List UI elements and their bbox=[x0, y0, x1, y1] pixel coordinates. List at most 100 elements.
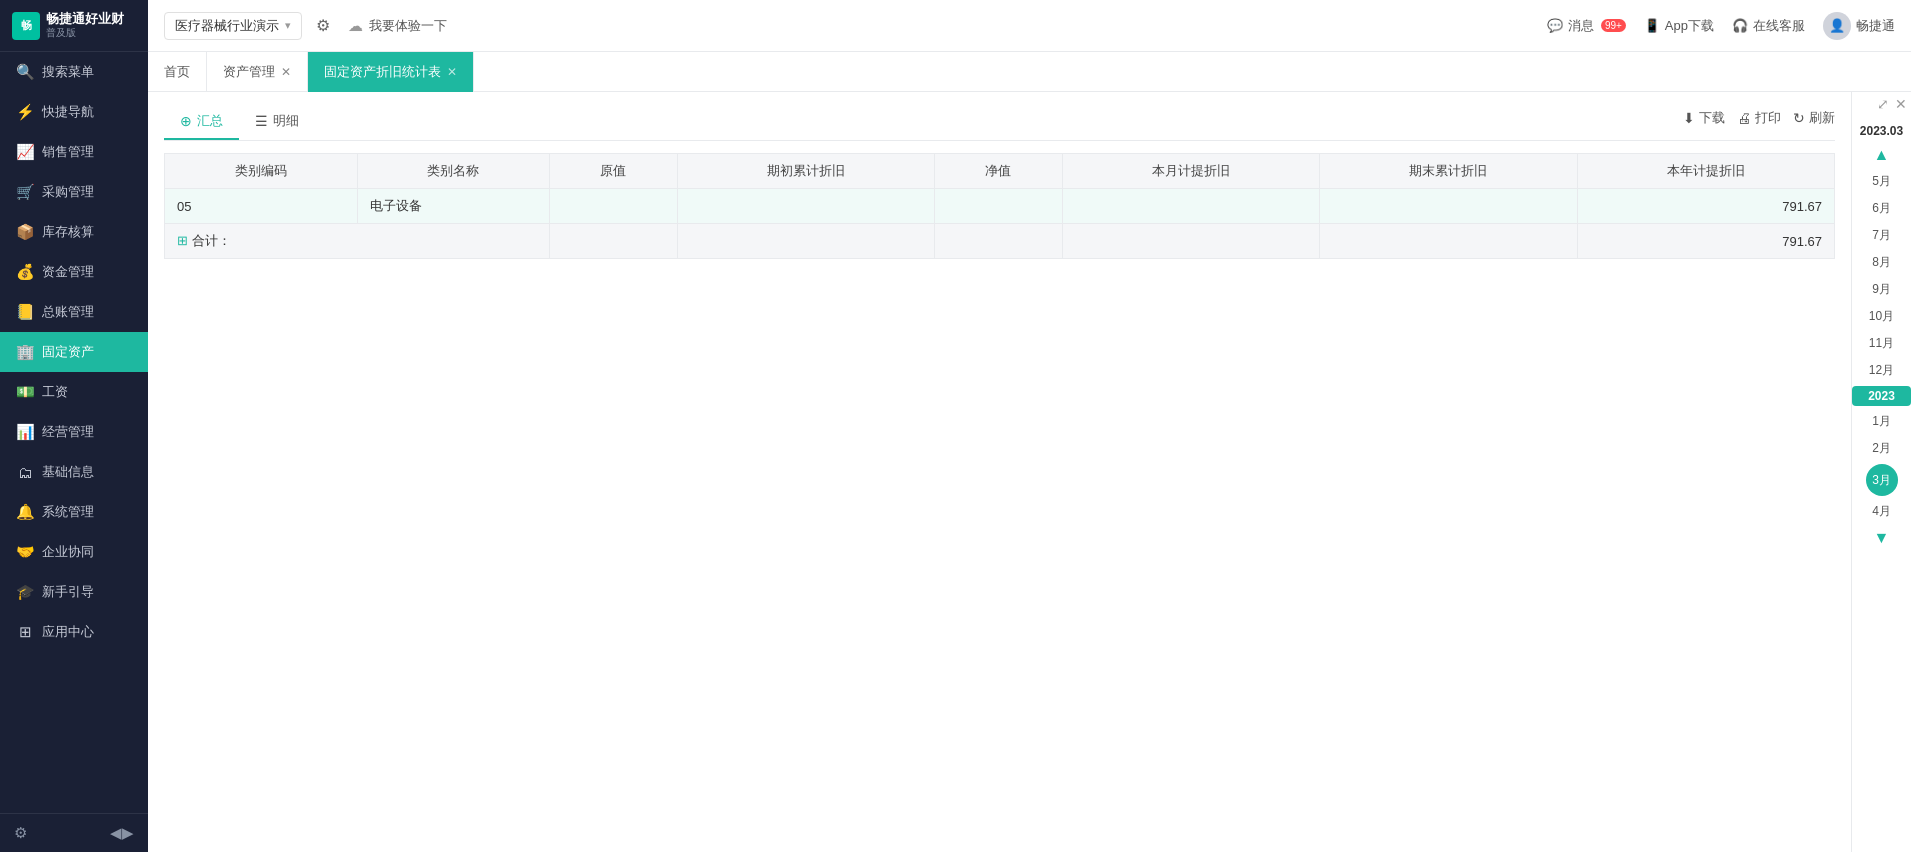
sidebar-header: 畅 畅捷通好业财 普及版 bbox=[0, 0, 148, 52]
avatar: 👤 bbox=[1823, 12, 1851, 40]
sidebar-label-basic-info: 基础信息 bbox=[42, 463, 94, 481]
col-period-dep: 期末累计折旧 bbox=[1320, 154, 1578, 189]
sidebar-item-inventory[interactable]: 📦 库存核算 bbox=[0, 212, 148, 252]
app-name-block: 畅捷通好业财 普及版 bbox=[46, 11, 124, 41]
month-item[interactable]: 6月 bbox=[1852, 195, 1911, 222]
app-logo: 畅 bbox=[12, 12, 40, 40]
month-item[interactable]: 10月 bbox=[1852, 303, 1911, 330]
notification-label: 消息 bbox=[1568, 17, 1594, 35]
gear-icon[interactable]: ⚙ bbox=[316, 16, 330, 35]
close-panel-icon[interactable]: ✕ bbox=[1895, 96, 1907, 112]
sidebar-footer: ⚙ ◀▶ bbox=[0, 813, 148, 852]
sidebar-item-ledger[interactable]: 📒 总账管理 bbox=[0, 292, 148, 332]
tab-home[interactable]: 首页 bbox=[148, 52, 207, 92]
sidebar-item-basic-info[interactable]: 🗂 基础信息 bbox=[0, 452, 148, 492]
sidebar-item-guide[interactable]: 🎓 新手引导 bbox=[0, 572, 148, 612]
sidebar-label-app-center: 应用中心 bbox=[42, 623, 94, 641]
tab-label-home: 首页 bbox=[164, 63, 190, 81]
refresh-action-btn[interactable]: ↻ 刷新 bbox=[1793, 109, 1835, 127]
sidebar-label-inventory: 库存核算 bbox=[42, 223, 94, 241]
month-item[interactable]: 11月 bbox=[1852, 330, 1911, 357]
month-item[interactable]: 9月 bbox=[1852, 276, 1911, 303]
sub-tab-actions: ⬇ 下载 🖨 打印 ↻ 刷新 bbox=[1683, 109, 1835, 135]
sidebar-label-guide: 新手引导 bbox=[42, 583, 94, 601]
cell-net bbox=[935, 189, 1063, 224]
month-item[interactable]: 5月 bbox=[1852, 168, 1911, 195]
tab-close-asset-mgmt[interactable]: ✕ bbox=[281, 65, 291, 79]
sidebar-item-quick-nav[interactable]: ⚡ 快捷导航 bbox=[0, 92, 148, 132]
sidebar-label-ledger: 总账管理 bbox=[42, 303, 94, 321]
sidebar-label-payroll: 工资 bbox=[42, 383, 68, 401]
download-btn[interactable]: 📱 App下载 bbox=[1644, 17, 1714, 35]
service-btn[interactable]: 🎧 在线客服 bbox=[1732, 17, 1805, 35]
main-area: 医疗器械行业演示 ▾ ⚙ ☁ 我要体验一下 💬 消息 99+ 📱 App下载 🎧… bbox=[148, 0, 1911, 852]
cell-period-dep bbox=[1320, 189, 1578, 224]
month-item[interactable]: 7月 bbox=[1852, 222, 1911, 249]
year-badge[interactable]: 2023 bbox=[1852, 386, 1911, 406]
active-month[interactable]: 3月 bbox=[1866, 464, 1898, 496]
user-name: 畅捷通 bbox=[1856, 17, 1895, 35]
company-selector[interactable]: 医疗器械行业演示 ▾ bbox=[164, 12, 302, 40]
purchase-icon: 🛒 bbox=[16, 183, 34, 201]
tab-close-depreciation-report[interactable]: ✕ bbox=[447, 65, 457, 79]
experience-btn[interactable]: ☁ 我要体验一下 bbox=[348, 17, 447, 35]
month-item[interactable]: 1月 bbox=[1852, 408, 1911, 435]
search-icon: 🔍 bbox=[16, 63, 34, 81]
sales-icon: 📈 bbox=[16, 143, 34, 161]
print-action-btn[interactable]: 🖨 打印 bbox=[1737, 109, 1781, 127]
col-name: 类别名称 bbox=[357, 154, 550, 189]
sidebar-item-fixed-assets[interactable]: 🏢 固定资产 bbox=[0, 332, 148, 372]
guide-icon: 🎓 bbox=[16, 583, 34, 601]
month-item[interactable]: 2月 bbox=[1852, 435, 1911, 462]
sidebar-item-search[interactable]: 🔍 搜索菜单 bbox=[0, 52, 148, 92]
total-net bbox=[935, 224, 1063, 259]
sidebar-label-business: 经营管理 bbox=[42, 423, 94, 441]
detail-icon: ☰ bbox=[255, 113, 268, 129]
sidebar-item-sys-mgmt[interactable]: 🔔 系统管理 bbox=[0, 492, 148, 532]
total-initial-dep bbox=[677, 224, 935, 259]
settings-icon[interactable]: ⚙ bbox=[14, 824, 27, 842]
col-initial-dep: 期初累计折旧 bbox=[677, 154, 935, 189]
refresh-action-label: 刷新 bbox=[1809, 109, 1835, 127]
payroll-icon: 💵 bbox=[16, 383, 34, 401]
expand-icon[interactable]: ⤢ bbox=[1877, 96, 1889, 112]
sidebar-item-business[interactable]: 📊 经营管理 bbox=[0, 412, 148, 452]
service-icon: 🎧 bbox=[1732, 18, 1748, 33]
tab-summary-label: 汇总 bbox=[197, 112, 223, 130]
sidebar-item-payroll[interactable]: 💵 工资 bbox=[0, 372, 148, 412]
tab-detail-label: 明细 bbox=[273, 112, 299, 130]
fixed-assets-icon: 🏢 bbox=[16, 343, 34, 361]
notification-btn[interactable]: 💬 消息 99+ bbox=[1547, 17, 1626, 35]
ledger-icon: 📒 bbox=[16, 303, 34, 321]
cell-name: 电子设备 bbox=[357, 189, 550, 224]
tab-summary[interactable]: ⊕ 汇总 bbox=[164, 104, 239, 140]
month-item[interactable]: 8月 bbox=[1852, 249, 1911, 276]
topbar-actions: 💬 消息 99+ 📱 App下载 🎧 在线客服 👤 畅捷通 bbox=[1547, 12, 1895, 40]
panel-next-nav[interactable]: ▼ bbox=[1852, 525, 1911, 551]
table-area: ⊕ 汇总 ☰ 明细 ⬇ 下载 🖨 打印 bbox=[148, 92, 1851, 852]
cell-initial-dep bbox=[677, 189, 935, 224]
sidebar-label-search: 搜索菜单 bbox=[42, 63, 94, 81]
panel-prev-nav[interactable]: ▲ bbox=[1852, 142, 1911, 168]
month-item[interactable]: 4月 bbox=[1852, 498, 1911, 525]
download-action-btn[interactable]: ⬇ 下载 bbox=[1683, 109, 1725, 127]
month-item[interactable]: 12月 bbox=[1852, 357, 1911, 384]
app-name: 畅捷通好业财 bbox=[46, 11, 124, 27]
user-area[interactable]: 👤 畅捷通 bbox=[1823, 12, 1895, 40]
sidebar-item-purchase[interactable]: 🛒 采购管理 bbox=[0, 172, 148, 212]
tab-label-asset-mgmt: 资产管理 bbox=[223, 63, 275, 81]
sys-mgmt-icon: 🔔 bbox=[16, 503, 34, 521]
sidebar-item-app-center[interactable]: ⊞ 应用中心 bbox=[0, 612, 148, 652]
sidebar-item-sales[interactable]: 📈 销售管理 bbox=[0, 132, 148, 172]
collapse-icon[interactable]: ◀▶ bbox=[110, 824, 134, 842]
tab-detail[interactable]: ☰ 明细 bbox=[239, 104, 315, 140]
topbar: 医疗器械行业演示 ▾ ⚙ ☁ 我要体验一下 💬 消息 99+ 📱 App下载 🎧… bbox=[148, 0, 1911, 52]
sidebar-item-enterprise[interactable]: 🤝 企业协同 bbox=[0, 532, 148, 572]
tab-asset-mgmt[interactable]: 资产管理 ✕ bbox=[207, 52, 308, 92]
basic-info-icon: 🗂 bbox=[16, 464, 34, 481]
sidebar-item-funds[interactable]: 💰 资金管理 bbox=[0, 252, 148, 292]
download-label: App下载 bbox=[1665, 17, 1714, 35]
sidebar-label-purchase: 采购管理 bbox=[42, 183, 94, 201]
tab-depreciation-report[interactable]: 固定资产折旧统计表✕ bbox=[308, 52, 474, 92]
total-monthly-dep bbox=[1062, 224, 1320, 259]
